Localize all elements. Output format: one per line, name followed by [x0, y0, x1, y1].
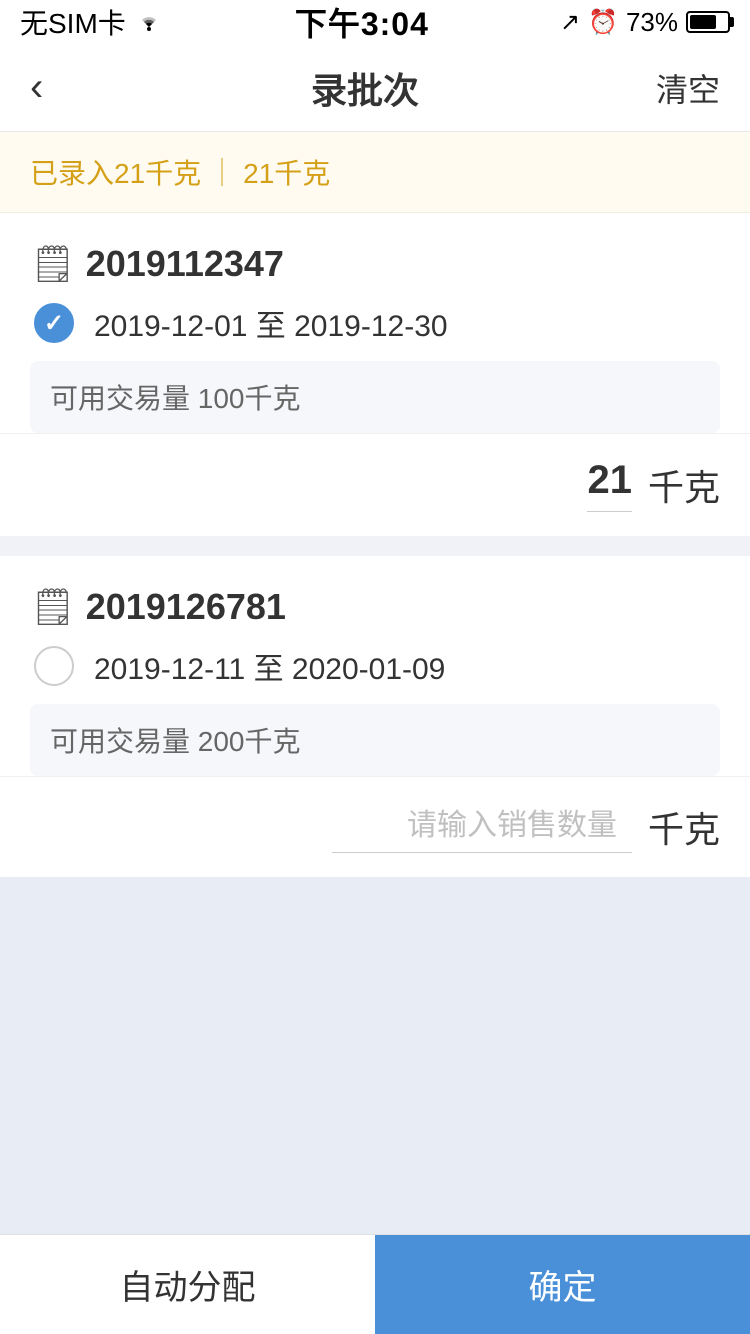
batch-2-input-row: 千克: [0, 776, 750, 877]
batch-1-id: 2019112347: [86, 243, 284, 285]
batch-1-quantity-value: 21: [587, 458, 632, 512]
info-divider: [221, 158, 223, 186]
batch-2-id-row: 🗒 2019126781: [30, 586, 720, 628]
batch-1-quantity-row: 21 千克: [0, 433, 750, 536]
batch-2-available: 可用交易量 200千克: [30, 704, 720, 776]
empty-area: [0, 877, 750, 1277]
batch-1-quantity-unit: 千克: [648, 459, 720, 511]
batch-1-radio[interactable]: [34, 303, 74, 343]
batch-2-icon: 🗒: [30, 586, 76, 628]
batch-2-available-text: 可用交易量 200千克: [50, 726, 301, 757]
status-time: 下午3:04: [295, 0, 429, 45]
confirm-button[interactable]: 确定: [375, 1235, 750, 1334]
total-amount: 21千克: [243, 152, 330, 192]
batch-1-date-row[interactable]: 2019-12-01 至 2019-12-30: [30, 301, 720, 345]
signal-text: 无SIM卡: [20, 2, 126, 42]
info-banner: 已录入21千克 21千克: [0, 132, 750, 213]
batch-2-date: 2019-12-11 至 2020-01-09: [94, 644, 445, 688]
batch-2-id: 2019126781: [86, 586, 286, 628]
back-button[interactable]: ‹: [30, 65, 90, 110]
batch-2-quantity-unit: 千克: [648, 801, 720, 853]
batch-1-available: 可用交易量 100千克: [30, 361, 720, 433]
alarm-icon: ⏰: [588, 8, 618, 37]
recorded-amount: 已录入21千克: [30, 152, 201, 192]
batch-2-card: 🗒 2019126781 2019-12-11 至 2020-01-09 可用交…: [0, 556, 750, 776]
batch-2-date-row[interactable]: 2019-12-11 至 2020-01-09: [30, 644, 720, 688]
page-title: 录批次: [311, 62, 419, 114]
batch-1-icon: 🗒: [30, 243, 76, 285]
bottom-buttons: 自动分配 确定: [0, 1234, 750, 1334]
auto-distribute-button[interactable]: 自动分配: [0, 1235, 375, 1334]
battery-percent: 73%: [626, 7, 678, 38]
status-left: 无SIM卡: [20, 2, 164, 42]
batch-2-quantity-input[interactable]: [332, 802, 632, 853]
location-icon: ↗: [560, 8, 580, 37]
battery-fill: [690, 15, 716, 29]
wifi-icon: [134, 6, 164, 38]
batch-1-card: 🗒 2019112347 2019-12-01 至 2019-12-30 可用交…: [0, 213, 750, 433]
batch-1-available-text: 可用交易量 100千克: [50, 383, 301, 414]
nav-bar: ‹ 录批次 清空: [0, 44, 750, 132]
batch-2-radio[interactable]: [34, 646, 74, 686]
batch-1-date: 2019-12-01 至 2019-12-30: [94, 301, 448, 345]
batch-1-id-row: 🗒 2019112347: [30, 243, 720, 285]
status-right: ↗ ⏰ 73%: [560, 7, 730, 38]
clear-button[interactable]: 清空: [640, 65, 720, 111]
battery-icon: [686, 11, 730, 33]
section-separator-1: [0, 536, 750, 556]
status-bar: 无SIM卡 下午3:04 ↗ ⏰ 73%: [0, 0, 750, 44]
